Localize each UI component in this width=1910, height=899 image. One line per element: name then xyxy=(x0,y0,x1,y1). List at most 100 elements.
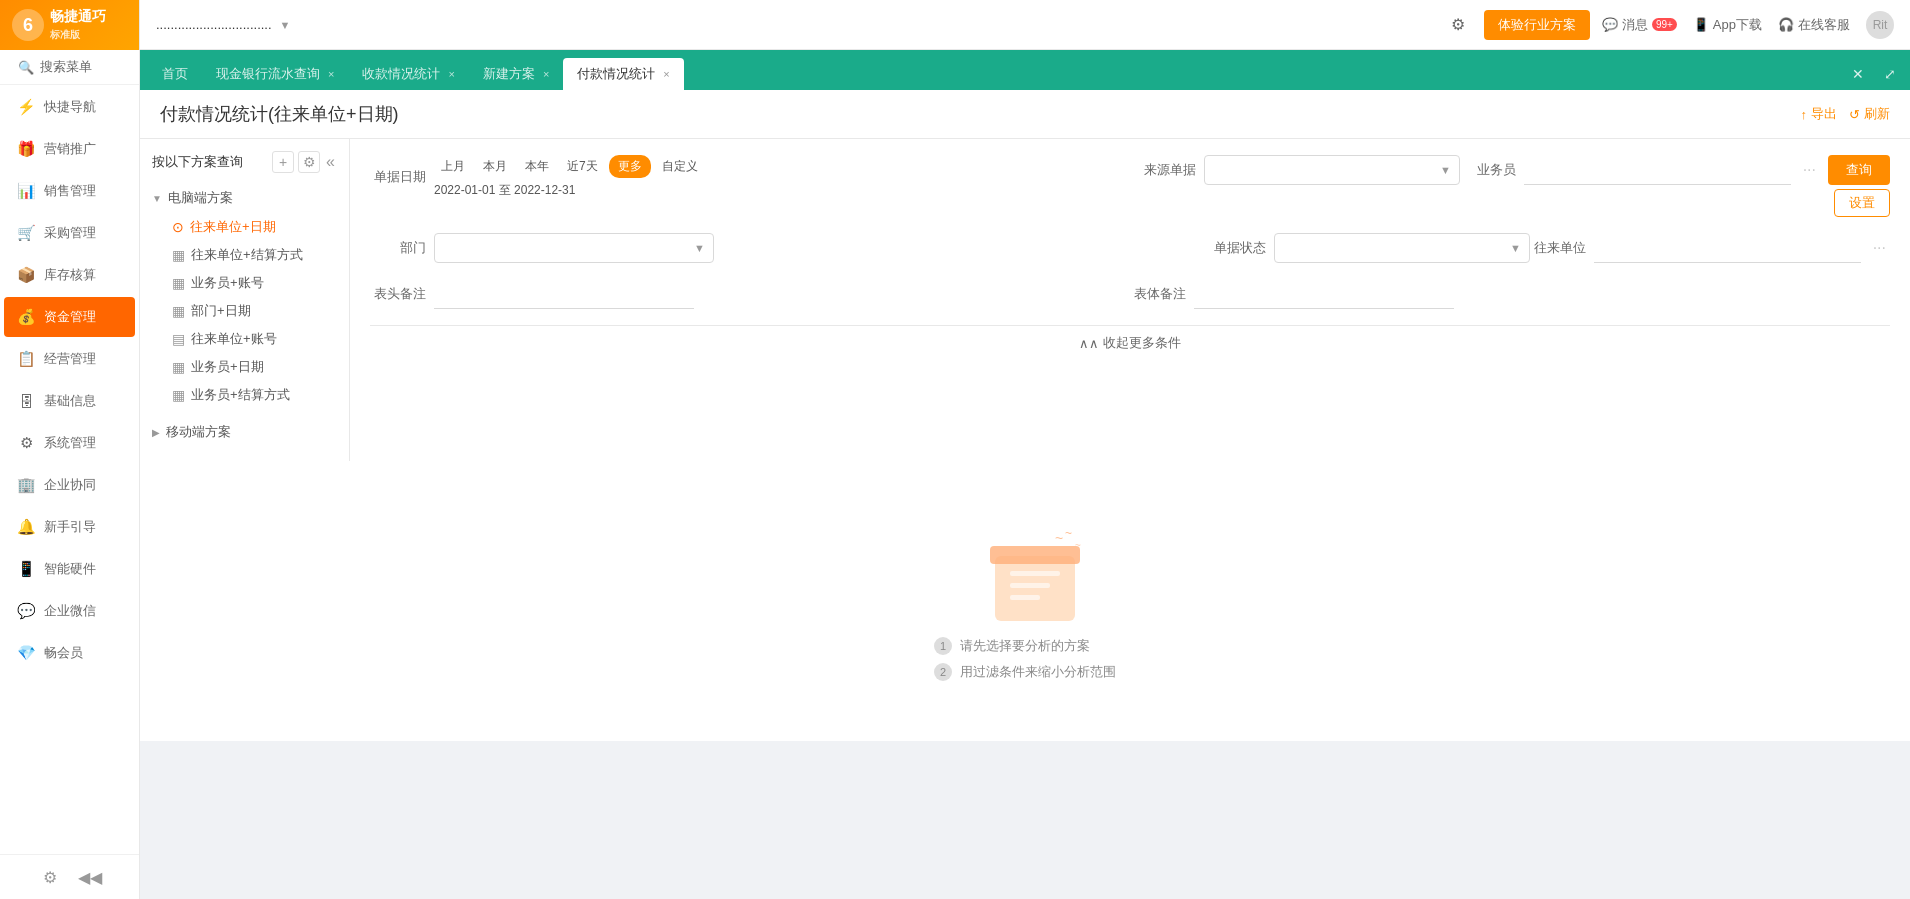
tab-close-new-plan[interactable]: × xyxy=(543,68,549,80)
service-icon: 🎧 xyxy=(1778,17,1794,32)
sidebar-item-wechat[interactable]: 💬 企业微信 xyxy=(4,591,135,631)
scheme-item-partner-date[interactable]: ⊙ 往来单位+日期 xyxy=(152,213,337,241)
desktop-scheme-list: ⊙ 往来单位+日期 ▦ 往来单位+结算方式 ▦ 业务员+账号 ▦ 部门+日期 ▤… xyxy=(152,213,337,409)
scheme-item-salesman-account[interactable]: ▦ 业务员+账号 xyxy=(152,269,337,297)
app-download-label: App下载 xyxy=(1713,16,1762,34)
partner-dots[interactable]: ··· xyxy=(1869,239,1890,257)
sidebar: 6 畅捷通巧 标准版 🔍 搜索菜单 ⚡ 快捷导航 🎁 营销推广 📊 销售管理 🛒… xyxy=(0,0,140,899)
filter-area: 按以下方案查询 + ⚙ « ▼ 电脑端方案 ⊙ 往来单位+日期 ▦ 往来单位 xyxy=(140,139,1910,461)
svg-rect-0 xyxy=(995,556,1075,621)
scheme-item-salesman-date[interactable]: ▦ 业务员+日期 xyxy=(152,353,337,381)
date-label: 单据日期 xyxy=(370,168,426,186)
maximize-btn[interactable]: ⤢ xyxy=(1878,62,1902,86)
salesman-input[interactable] xyxy=(1524,155,1791,185)
scheme-item-salesman-settlement[interactable]: ▦ 业务员+结算方式 xyxy=(152,381,337,409)
topbar-right: 💬 消息 99+ 📱 App下载 🎧 在线客服 Rit xyxy=(1602,11,1894,39)
tip-num-2: 2 xyxy=(934,663,952,681)
online-service-btn[interactable]: 🎧 在线客服 xyxy=(1778,16,1850,34)
user-avatar[interactable]: Rit xyxy=(1866,11,1894,39)
tab-payments[interactable]: 付款情况统计× xyxy=(563,58,683,90)
sidebar-item-coop[interactable]: 🏢 企业协同 xyxy=(4,465,135,505)
sidebar-item-purchase[interactable]: 🛒 采购管理 xyxy=(4,213,135,253)
date-this-year-btn[interactable]: 本年 xyxy=(518,155,556,178)
scheme-desktop-header[interactable]: ▼ 电脑端方案 xyxy=(152,187,337,209)
scheme-item-partner-account[interactable]: ▤ 往来单位+账号 xyxy=(152,325,337,353)
source-doc-arrow: ▼ xyxy=(1440,164,1451,176)
dept-field: 部门 ▼ xyxy=(370,233,1210,263)
scheme-label-salesman-date: 业务员+日期 xyxy=(191,358,264,376)
salesman-dots[interactable]: ··· xyxy=(1799,161,1820,179)
logo-sub: 标准版 xyxy=(50,28,106,42)
tip-text-2: 用过滤条件来缩小分析范围 xyxy=(960,663,1116,681)
tab-cashflow[interactable]: 现金银行流水查询 × xyxy=(202,58,348,90)
sidebar-item-basic-info[interactable]: 🗄 基础信息 xyxy=(4,381,135,421)
sidebar-item-smart-hw[interactable]: 📱 智能硬件 xyxy=(4,549,135,589)
tab-new-plan[interactable]: 新建方案× xyxy=(469,58,563,90)
close-tab-btn[interactable]: ✕ xyxy=(1846,62,1870,86)
sidebar-item-vip[interactable]: 💎 畅会员 xyxy=(4,633,135,673)
sidebar-item-search-menu[interactable]: 🔍 搜索菜单 xyxy=(0,50,139,85)
logo-icon: 6 xyxy=(12,9,44,41)
tab-receipts[interactable]: 收款情况统计× xyxy=(348,58,468,90)
page-header: 付款情况统计(往来单位+日期) ↑ 导出 ↺ 刷新 xyxy=(140,90,1910,139)
dept-label: 部门 xyxy=(370,239,426,257)
topbar-settings-btn[interactable]: ⚙ xyxy=(1444,11,1472,39)
add-scheme-btn[interactable]: + xyxy=(272,151,294,173)
scheme-settings-btn[interactable]: ⚙ xyxy=(298,151,320,173)
sidebar-item-marketing[interactable]: 🎁 营销推广 xyxy=(4,129,135,169)
topbar: ................................ ▼ ⚙ 体验行… xyxy=(140,0,1910,50)
tab-close-receipts[interactable]: × xyxy=(448,68,454,80)
sidebar-icon-vip: 💎 xyxy=(16,643,36,663)
sidebar-item-system[interactable]: ⚙ 系统管理 xyxy=(4,423,135,463)
tab-close-payments[interactable]: × xyxy=(663,68,669,80)
page-content: 付款情况统计(往来单位+日期) ↑ 导出 ↺ 刷新 按以下方案查询 + xyxy=(140,90,1910,899)
scheme-mobile-category: ▶ 移动端方案 xyxy=(140,415,349,449)
date-last-month-btn[interactable]: 上月 xyxy=(434,155,472,178)
tab-close-cashflow[interactable]: × xyxy=(328,68,334,80)
tab-label-cashflow: 现金银行流水查询 xyxy=(216,65,320,83)
header-notes-input[interactable] xyxy=(434,279,694,309)
filter-settings-btn[interactable]: 设置 xyxy=(1834,189,1890,217)
sidebar-collapse-btn[interactable]: ◀◀ xyxy=(76,863,104,891)
sidebar-item-guide[interactable]: 🔔 新手引导 xyxy=(4,507,135,547)
empty-tip-2: 2 用过滤条件来缩小分析范围 xyxy=(934,663,1116,681)
doc-status-select[interactable]: ▼ xyxy=(1274,233,1530,263)
sidebar-item-operation[interactable]: 📋 经营管理 xyxy=(4,339,135,379)
sidebar-item-inventory[interactable]: 📦 库存核算 xyxy=(4,255,135,295)
scheme-item-partner-settlement[interactable]: ▦ 往来单位+结算方式 xyxy=(152,241,337,269)
scheme-label-partner-account: 往来单位+账号 xyxy=(191,330,277,348)
body-notes-input[interactable] xyxy=(1194,279,1454,309)
sidebar-item-finance[interactable]: 💰 资金管理 xyxy=(4,297,135,337)
tip-num-1: 1 xyxy=(934,637,952,655)
messages-btn[interactable]: 💬 消息 99+ xyxy=(1602,16,1677,34)
export-btn[interactable]: ↑ 导出 xyxy=(1801,105,1838,123)
tab-bar: 首页现金银行流水查询×收款情况统计×新建方案×付款情况统计× ✕ ⤢ xyxy=(140,50,1910,90)
date-more-btn[interactable]: 更多 xyxy=(609,155,651,178)
sidebar-item-sales[interactable]: 📊 销售管理 xyxy=(4,171,135,211)
sidebar-item-quick-nav[interactable]: ⚡ 快捷导航 xyxy=(4,87,135,127)
export-icon: ↑ xyxy=(1801,107,1808,122)
scheme-mobile-header[interactable]: ▶ 移动端方案 xyxy=(152,421,337,443)
sidebar-label-coop: 企业协同 xyxy=(44,476,96,494)
collapse-bar[interactable]: ∧∧ 收起更多条件 xyxy=(370,325,1890,360)
sidebar-label-vip: 畅会员 xyxy=(44,644,83,662)
date-field: 单据日期 上月 本月 本年 近7天 更多 自定义 2022-01-01 至 20… xyxy=(370,155,1140,199)
date-custom-btn[interactable]: 自定义 xyxy=(655,155,705,178)
date-7days-btn[interactable]: 近7天 xyxy=(560,155,605,178)
source-doc-select[interactable]: ▼ xyxy=(1204,155,1460,185)
scheme-collapse-btn[interactable]: « xyxy=(324,151,337,173)
date-this-month-btn[interactable]: 本月 xyxy=(476,155,514,178)
refresh-btn[interactable]: ↺ 刷新 xyxy=(1849,105,1890,123)
dept-select[interactable]: ▼ xyxy=(434,233,714,263)
trial-btn[interactable]: 体验行业方案 xyxy=(1484,10,1590,40)
tab-home[interactable]: 首页 xyxy=(148,58,202,90)
query-btn[interactable]: 查询 xyxy=(1828,155,1890,185)
partner-input[interactable] xyxy=(1594,233,1861,263)
sidebar-settings-btn[interactable]: ⚙ xyxy=(36,863,64,891)
desktop-label: 电脑端方案 xyxy=(168,189,233,207)
svg-rect-1 xyxy=(990,546,1080,564)
app-download-btn[interactable]: 📱 App下载 xyxy=(1693,16,1762,34)
main-area: ................................ ▼ ⚙ 体验行… xyxy=(140,0,1910,899)
scheme-item-dept-date[interactable]: ▦ 部门+日期 xyxy=(152,297,337,325)
sidebar-icon-guide: 🔔 xyxy=(16,517,36,537)
